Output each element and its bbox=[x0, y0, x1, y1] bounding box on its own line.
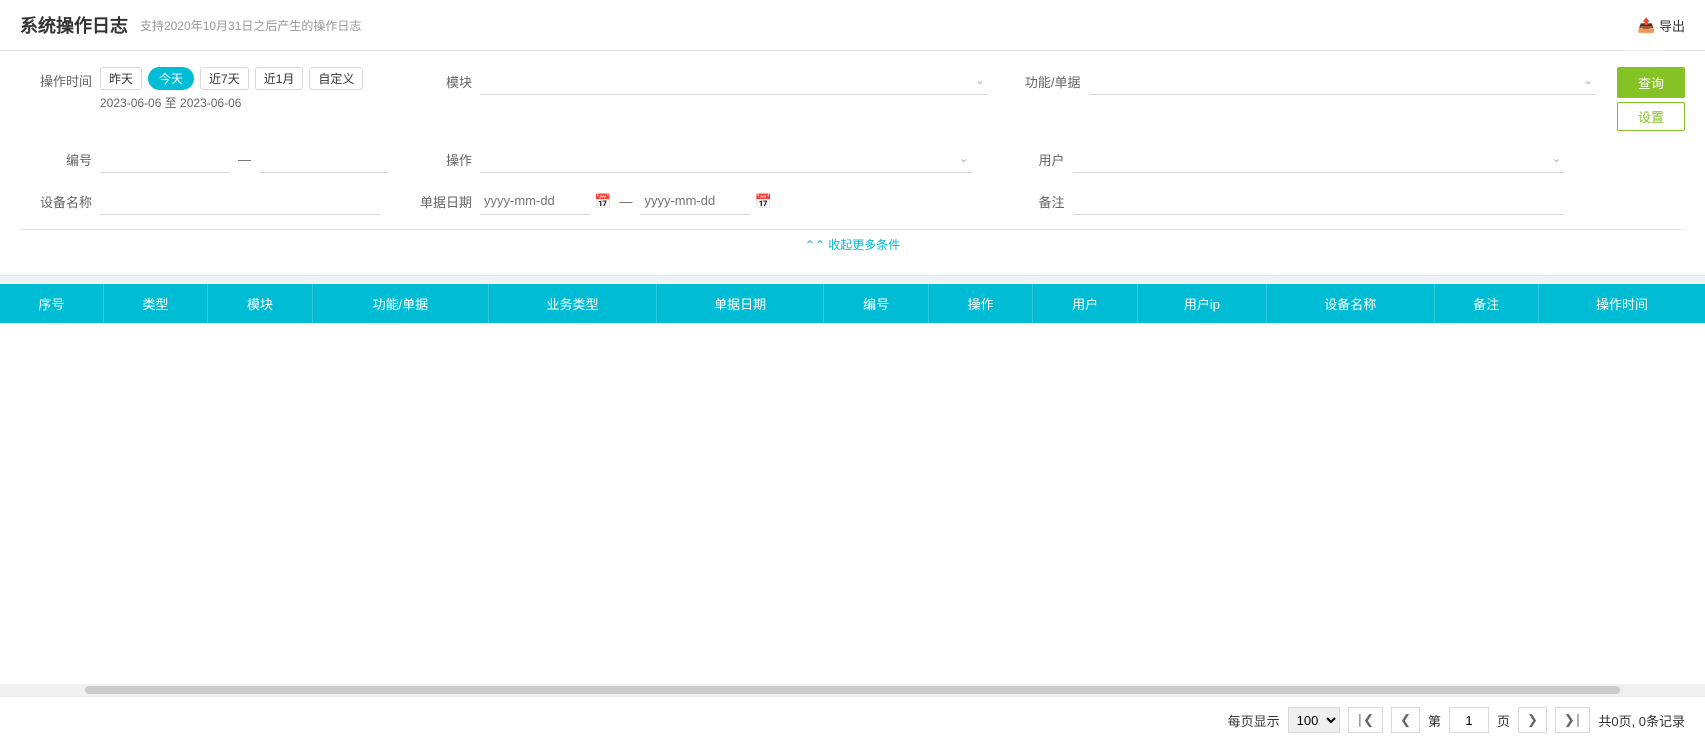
first-page-button[interactable]: ∣❮ bbox=[1348, 707, 1383, 733]
time-filter-group: 操作时间 昨天 今天 近7天 近1月 自定义 2023-06-06 至 2023… bbox=[20, 67, 400, 111]
device-filter: 设备名称 bbox=[20, 187, 400, 215]
function-filter: 功能/单据 ⌄ bbox=[1009, 67, 1598, 95]
remark-label: 备注 bbox=[993, 192, 1073, 211]
voucher-date-end-wrapper: 📅 bbox=[640, 187, 771, 215]
operation-chevron-icon: ⌄ bbox=[959, 152, 968, 165]
function-label: 功能/单据 bbox=[1009, 72, 1089, 91]
col-voucher-date: 单据日期 bbox=[656, 284, 824, 323]
query-button[interactable]: 查询 bbox=[1617, 67, 1685, 98]
time-buttons: 昨天 今天 近7天 近1月 自定义 bbox=[100, 67, 363, 90]
col-function: 功能/单据 bbox=[312, 284, 488, 323]
voucher-date-dash: — bbox=[619, 194, 632, 209]
page-size-wrapper: 100 50 200 bbox=[1288, 707, 1340, 733]
operation-dropdown[interactable]: ⌄ bbox=[480, 145, 973, 173]
function-chevron-icon: ⌄ bbox=[1584, 74, 1593, 87]
scrollbar-area[interactable] bbox=[0, 684, 1705, 696]
export-button[interactable]: 📤 导出 bbox=[1638, 16, 1685, 35]
table-container: 序号 类型 模块 功能/单据 业务类型 单据日期 编号 操作 用户 用户ip 设… bbox=[0, 284, 1705, 384]
page-subtitle: 支持2020年10月31日之后产生的操作日志 bbox=[140, 17, 361, 34]
filter-row-3: 设备名称 单据日期 📅 — 📅 备注 bbox=[20, 187, 1685, 215]
voucher-date-filter: 单据日期 📅 — 📅 bbox=[400, 187, 973, 215]
calendar-start-icon[interactable]: 📅 bbox=[594, 193, 611, 210]
voucher-date-start-input[interactable] bbox=[480, 187, 590, 215]
voucher-date-end-input[interactable] bbox=[640, 187, 750, 215]
table-header: 序号 类型 模块 功能/单据 业务类型 单据日期 编号 操作 用户 用户ip 设… bbox=[0, 284, 1705, 323]
action-buttons: 查询 设置 bbox=[1617, 67, 1685, 131]
page-size-select[interactable]: 100 50 200 bbox=[1288, 707, 1340, 733]
data-table: 序号 类型 模块 功能/单据 业务类型 单据日期 编号 操作 用户 用户ip 设… bbox=[0, 284, 1705, 323]
time-btn-7days[interactable]: 近7天 bbox=[200, 67, 249, 90]
module-label: 模块 bbox=[400, 72, 480, 91]
last-page-button[interactable]: ❯∣ bbox=[1555, 707, 1590, 733]
prev-page-button[interactable]: ❮ bbox=[1391, 707, 1420, 733]
header-left: 系统操作日志 支持2020年10月31日之后产生的操作日志 bbox=[20, 12, 361, 38]
col-user: 用户 bbox=[1033, 284, 1137, 323]
device-input[interactable] bbox=[100, 187, 380, 215]
collapse-icon: ⌃⌃ bbox=[805, 238, 825, 252]
calendar-end-icon[interactable]: 📅 bbox=[754, 193, 771, 210]
number-dash: — bbox=[238, 152, 251, 167]
total-text: 共0页, 0条记录 bbox=[1598, 711, 1685, 730]
user-dropdown[interactable]: ⌄ bbox=[1073, 145, 1566, 173]
time-date-range: 2023-06-06 至 2023-06-06 bbox=[100, 94, 363, 111]
time-btn-custom[interactable]: 自定义 bbox=[309, 67, 363, 90]
time-filter-wrapper: 昨天 今天 近7天 近1月 自定义 2023-06-06 至 2023-06-0… bbox=[100, 67, 363, 111]
time-btn-today[interactable]: 今天 bbox=[148, 67, 194, 90]
pagination-bar: 每页显示 100 50 200 ∣❮ ❮ 第 页 ❯ ❯∣ 共0页, 0条记录 bbox=[0, 696, 1705, 743]
module-chevron-icon: ⌄ bbox=[975, 74, 984, 87]
remark-input[interactable] bbox=[1073, 187, 1566, 215]
col-number: 编号 bbox=[824, 284, 928, 323]
number-end-input[interactable] bbox=[259, 145, 389, 173]
page-input[interactable] bbox=[1449, 707, 1489, 733]
user-label: 用户 bbox=[993, 150, 1073, 169]
settings-button[interactable]: 设置 bbox=[1617, 102, 1685, 131]
time-label: 操作时间 bbox=[20, 71, 100, 90]
number-label: 编号 bbox=[20, 150, 100, 169]
collapse-bar[interactable]: ⌃⌃ 收起更多条件 bbox=[20, 229, 1685, 259]
operation-label: 操作 bbox=[400, 150, 480, 169]
time-btn-yesterday[interactable]: 昨天 bbox=[100, 67, 142, 90]
export-icon: 📤 bbox=[1638, 17, 1655, 34]
page-header: 系统操作日志 支持2020年10月31日之后产生的操作日志 📤 导出 bbox=[0, 0, 1705, 51]
device-label: 设备名称 bbox=[20, 192, 100, 211]
number-filter: 编号 — bbox=[20, 145, 400, 173]
col-remark: 备注 bbox=[1434, 284, 1538, 323]
time-btn-1month[interactable]: 近1月 bbox=[255, 67, 304, 90]
col-device: 设备名称 bbox=[1266, 284, 1434, 323]
function-dropdown[interactable]: ⌄ bbox=[1089, 67, 1598, 95]
voucher-date-label: 单据日期 bbox=[400, 192, 480, 211]
col-operation: 操作 bbox=[928, 284, 1032, 323]
next-page-button[interactable]: ❯ bbox=[1518, 707, 1547, 733]
export-label: 导出 bbox=[1659, 16, 1685, 35]
operation-filter: 操作 ⌄ bbox=[400, 145, 973, 173]
empty-area bbox=[0, 384, 1705, 684]
col-type: 类型 bbox=[103, 284, 207, 323]
filter-area: 操作时间 昨天 今天 近7天 近1月 自定义 2023-06-06 至 2023… bbox=[0, 51, 1705, 276]
filter-row-1: 操作时间 昨天 今天 近7天 近1月 自定义 2023-06-06 至 2023… bbox=[20, 67, 1685, 131]
col-module: 模块 bbox=[208, 284, 312, 323]
number-start-input[interactable] bbox=[100, 145, 230, 173]
module-dropdown[interactable]: ⌄ bbox=[480, 67, 989, 95]
col-user-ip: 用户ip bbox=[1137, 284, 1266, 323]
col-biz-type: 业务类型 bbox=[489, 284, 657, 323]
page-size-label: 每页显示 bbox=[1228, 711, 1280, 730]
user-filter: 用户 ⌄ bbox=[993, 145, 1566, 173]
page-label-before: 第 bbox=[1428, 711, 1441, 730]
page-title: 系统操作日志 bbox=[20, 12, 128, 38]
table-header-row: 序号 类型 模块 功能/单据 业务类型 单据日期 编号 操作 用户 用户ip 设… bbox=[0, 284, 1705, 323]
page-container: 系统操作日志 支持2020年10月31日之后产生的操作日志 📤 导出 操作时间 … bbox=[0, 0, 1705, 743]
module-filter: 模块 ⌄ bbox=[400, 67, 989, 95]
collapse-text: 收起更多条件 bbox=[828, 238, 900, 252]
user-chevron-icon: ⌄ bbox=[1552, 152, 1561, 165]
page-label-after: 页 bbox=[1497, 711, 1510, 730]
filter-row-2: 编号 — 操作 ⌄ 用户 ⌄ bbox=[20, 145, 1685, 173]
remark-filter: 备注 bbox=[993, 187, 1566, 215]
col-index: 序号 bbox=[0, 284, 103, 323]
col-op-time: 操作时间 bbox=[1539, 284, 1705, 323]
scrollbar-thumb bbox=[85, 686, 1620, 694]
voucher-date-start-wrapper: 📅 bbox=[480, 187, 611, 215]
